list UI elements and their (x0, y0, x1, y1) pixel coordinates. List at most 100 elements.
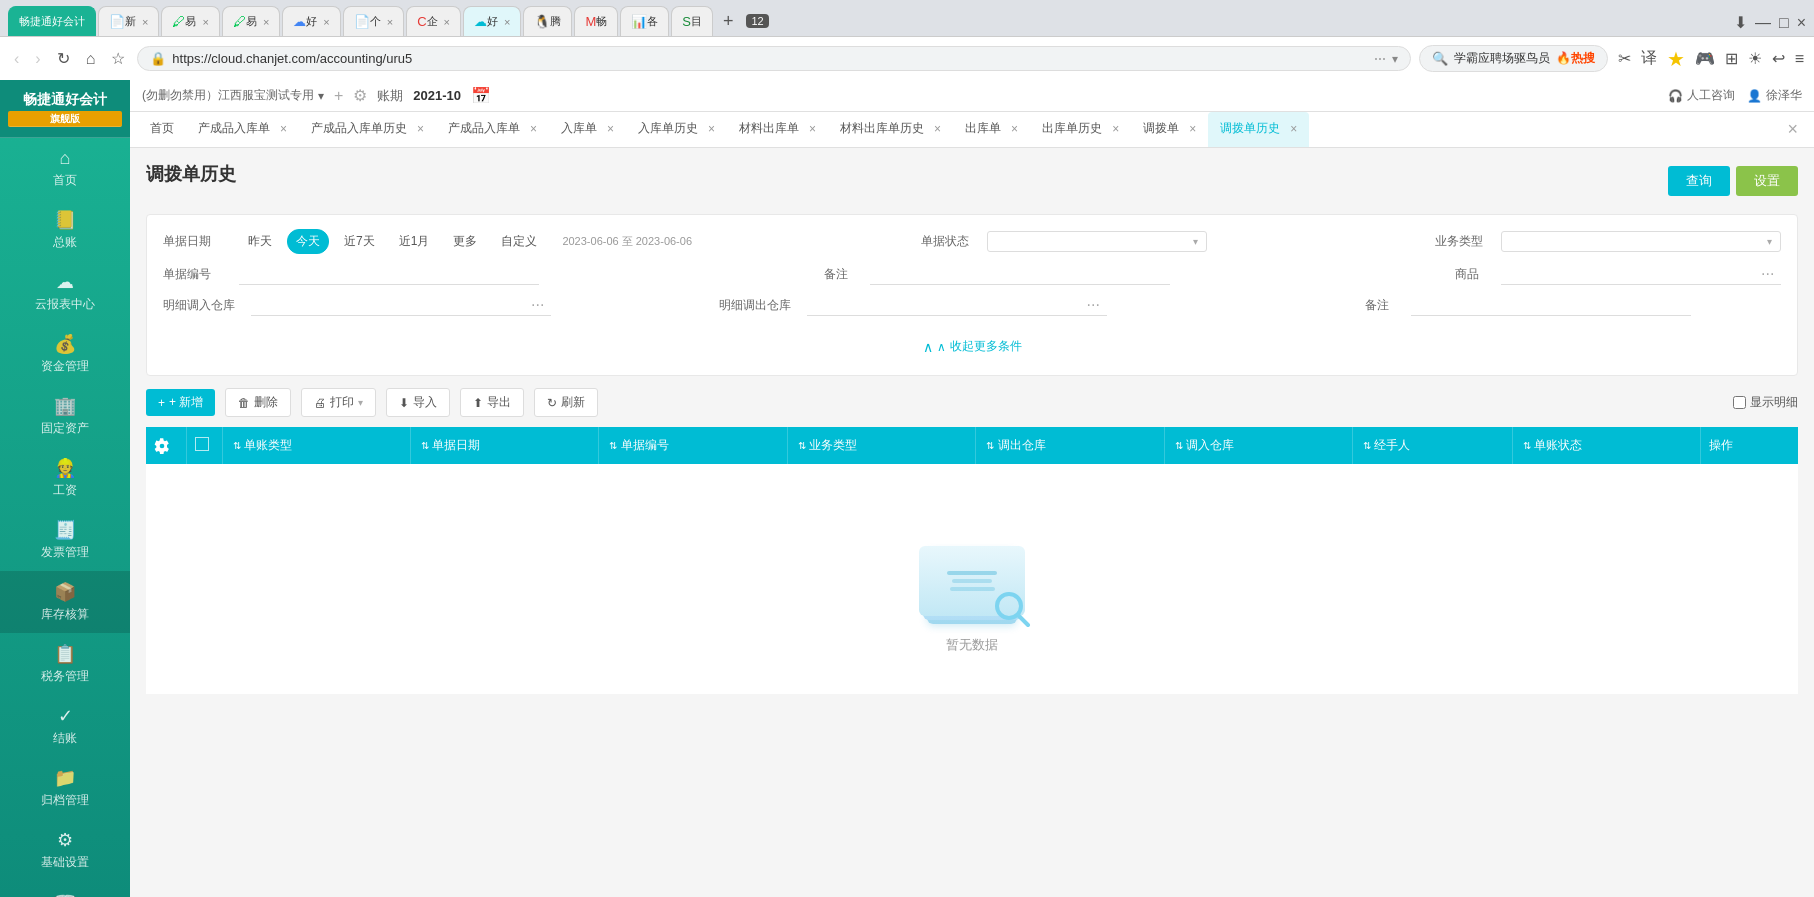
scissors-icon[interactable]: ✂ (1618, 49, 1631, 68)
company-selector[interactable]: (勿删勿禁用）江西服宝测试专用 ▾ (142, 87, 324, 104)
grid-icon[interactable]: ⊞ (1725, 49, 1738, 68)
home-button[interactable]: ⌂ (82, 48, 100, 70)
close-all-tabs-icon[interactable]: × (1779, 119, 1806, 140)
user-service-button[interactable]: 🎧 人工咨询 (1668, 87, 1735, 104)
tab-close-6[interactable]: × (444, 16, 450, 28)
th-out-warehouse[interactable]: ⇅ 调出仓库 (976, 427, 1164, 464)
th-no[interactable]: ⇅ 单据编号 (599, 427, 787, 464)
nav-tab-in[interactable]: 入库单 × (549, 112, 626, 147)
delete-button[interactable]: 🗑 删除 (225, 388, 291, 417)
in-warehouse-dots-icon[interactable]: ··· (531, 296, 544, 314)
browser-tab-4[interactable]: ☁ 好 × (282, 6, 340, 36)
sidebar-item-guide[interactable]: 📖 新手引导 (0, 881, 130, 897)
sidebar-item-tax[interactable]: 📋 税务管理 (0, 633, 130, 695)
nav-tab-out-close[interactable]: × (1011, 122, 1018, 136)
window-maximize-icon[interactable]: □ (1779, 14, 1789, 32)
window-close-icon[interactable]: × (1797, 14, 1806, 32)
remark2-input[interactable] (1411, 295, 1691, 316)
query-button[interactable]: 查询 (1668, 166, 1730, 196)
remark-input[interactable] (870, 264, 1170, 285)
browser-tab-11[interactable]: S 目 (671, 6, 713, 36)
reload-button[interactable]: ↻ (53, 47, 74, 70)
nav-tab-mat-out-close[interactable]: × (809, 122, 816, 136)
browser-tab-9[interactable]: M 畅 (574, 6, 618, 36)
nav-tab-purchase-in-close[interactable]: × (280, 122, 287, 136)
tab-close-4[interactable]: × (323, 16, 329, 28)
sidebar-item-report[interactable]: ☁ 云报表中心 (0, 261, 130, 323)
th-type[interactable]: ⇅ 单账类型 (222, 427, 410, 464)
tab-close-3[interactable]: × (263, 16, 269, 28)
goods-input[interactable] (1501, 264, 1761, 284)
add-company-button[interactable]: + (334, 87, 343, 105)
th-checkbox[interactable] (186, 427, 222, 464)
nav-tab-in-hist[interactable]: 入库单历史 × (626, 112, 727, 147)
tab-close-5[interactable]: × (387, 16, 393, 28)
menu-icon[interactable]: ≡ (1795, 50, 1804, 68)
nav-tab-out[interactable]: 出库单 × (953, 112, 1030, 147)
nav-tab-out-hist-close[interactable]: × (1112, 122, 1119, 136)
nav-tab-purchase-in-hist[interactable]: 产成品入库单历史 × (299, 112, 436, 147)
sidebar-item-inventory[interactable]: 📦 库存核算 (0, 571, 130, 633)
browser-tab-5[interactable]: 📄 个 × (343, 6, 404, 36)
settings-button[interactable]: 设置 (1736, 166, 1798, 196)
refresh-button[interactable]: ↻ 刷新 (534, 388, 598, 417)
nav-tab-purchase-in2-close[interactable]: × (530, 122, 537, 136)
nav-tab-purchase-in[interactable]: 产成品入库单 × (186, 112, 299, 147)
window-minimize-icon[interactable]: — (1755, 14, 1771, 32)
print-button[interactable]: 🖨 打印 ▾ (301, 388, 376, 417)
order-no-input[interactable] (239, 264, 539, 285)
sidebar-item-salary[interactable]: 👷 工资 (0, 447, 130, 509)
date-btn-yesterday[interactable]: 昨天 (239, 229, 281, 254)
forward-button[interactable]: › (31, 48, 44, 70)
th-gear[interactable] (146, 427, 186, 464)
th-handler[interactable]: ⇅ 经手人 (1353, 427, 1513, 464)
th-biz-type[interactable]: ⇅ 业务类型 (787, 427, 975, 464)
theme-icon[interactable]: ☀ (1748, 49, 1762, 68)
sidebar-item-invoice[interactable]: 🧾 发票管理 (0, 509, 130, 571)
in-warehouse-input[interactable] (251, 295, 531, 315)
tab-close-7[interactable]: × (504, 16, 510, 28)
nav-tab-mat-out-hist-close[interactable]: × (934, 122, 941, 136)
status-select[interactable]: ▾ (987, 231, 1207, 252)
star-yellow-icon[interactable]: ★ (1667, 47, 1685, 71)
sidebar-item-ledger[interactable]: 📒 总账 (0, 199, 130, 261)
tab-close-1[interactable]: × (142, 16, 148, 28)
tab-close-2[interactable]: × (202, 16, 208, 28)
out-warehouse-input[interactable] (807, 295, 1087, 315)
nav-tab-out-hist[interactable]: 出库单历史 × (1030, 112, 1131, 147)
nav-tab-in-close[interactable]: × (607, 122, 614, 136)
new-button[interactable]: + + 新增 (146, 389, 215, 416)
nav-tab-mat-out-hist[interactable]: 材料出库单历史 × (828, 112, 953, 147)
nav-tab-purchase-in2[interactable]: 产成品入库单 × (436, 112, 549, 147)
app-tab[interactable]: 畅捷通好会计 (8, 6, 96, 36)
browser-tab-7[interactable]: ☁ 好 × (463, 6, 521, 36)
browser-tab-6[interactable]: C 企 × (406, 6, 461, 36)
undo-icon[interactable]: ↩ (1772, 49, 1785, 68)
nav-tab-transfer-hist[interactable]: 调拨单历史 × (1208, 112, 1309, 147)
nav-tab-transfer-hist-close[interactable]: × (1290, 122, 1297, 136)
nav-tab-mat-out[interactable]: 材料出库单 × (727, 112, 828, 147)
nav-tab-transfer[interactable]: 调拨单 × (1131, 112, 1208, 147)
browser-tab-10[interactable]: 📊 各 (620, 6, 669, 36)
select-all-checkbox[interactable] (195, 437, 209, 451)
browser-tab-2[interactable]: 🖊 易 × (161, 6, 219, 36)
display-dense-checkbox[interactable] (1733, 396, 1746, 409)
new-tab-button[interactable]: + (715, 11, 742, 32)
translate-icon[interactable]: 译 (1641, 48, 1657, 69)
browser-tab-3[interactable]: 🖊 易 × (222, 6, 280, 36)
back-button[interactable]: ‹ (10, 48, 23, 70)
star-button[interactable]: ☆ (107, 47, 129, 70)
sidebar-item-home[interactable]: ⌂ 首页 (0, 138, 130, 199)
biz-type-select[interactable]: ▾ (1501, 231, 1781, 252)
th-date[interactable]: ⇅ 单据日期 (410, 427, 598, 464)
url-bar[interactable]: 🔒 https://cloud.chanjet.com/accounting/u… (137, 46, 1410, 71)
calendar-icon[interactable]: 📅 (471, 86, 491, 105)
url-menu-icon[interactable]: ⋯ (1374, 52, 1386, 66)
sidebar-item-fixed[interactable]: 🏢 固定资产 (0, 385, 130, 447)
goods-dots-icon[interactable]: ··· (1761, 265, 1774, 283)
date-btn-more[interactable]: 更多 (444, 229, 486, 254)
export-button[interactable]: ⬆ 导出 (460, 388, 524, 417)
settings-gear-icon[interactable]: ⚙ (353, 86, 367, 105)
th-status[interactable]: ⇅ 单账状态 (1512, 427, 1700, 464)
collapse-button[interactable]: ∧ 收起更多条件 (917, 332, 1028, 361)
